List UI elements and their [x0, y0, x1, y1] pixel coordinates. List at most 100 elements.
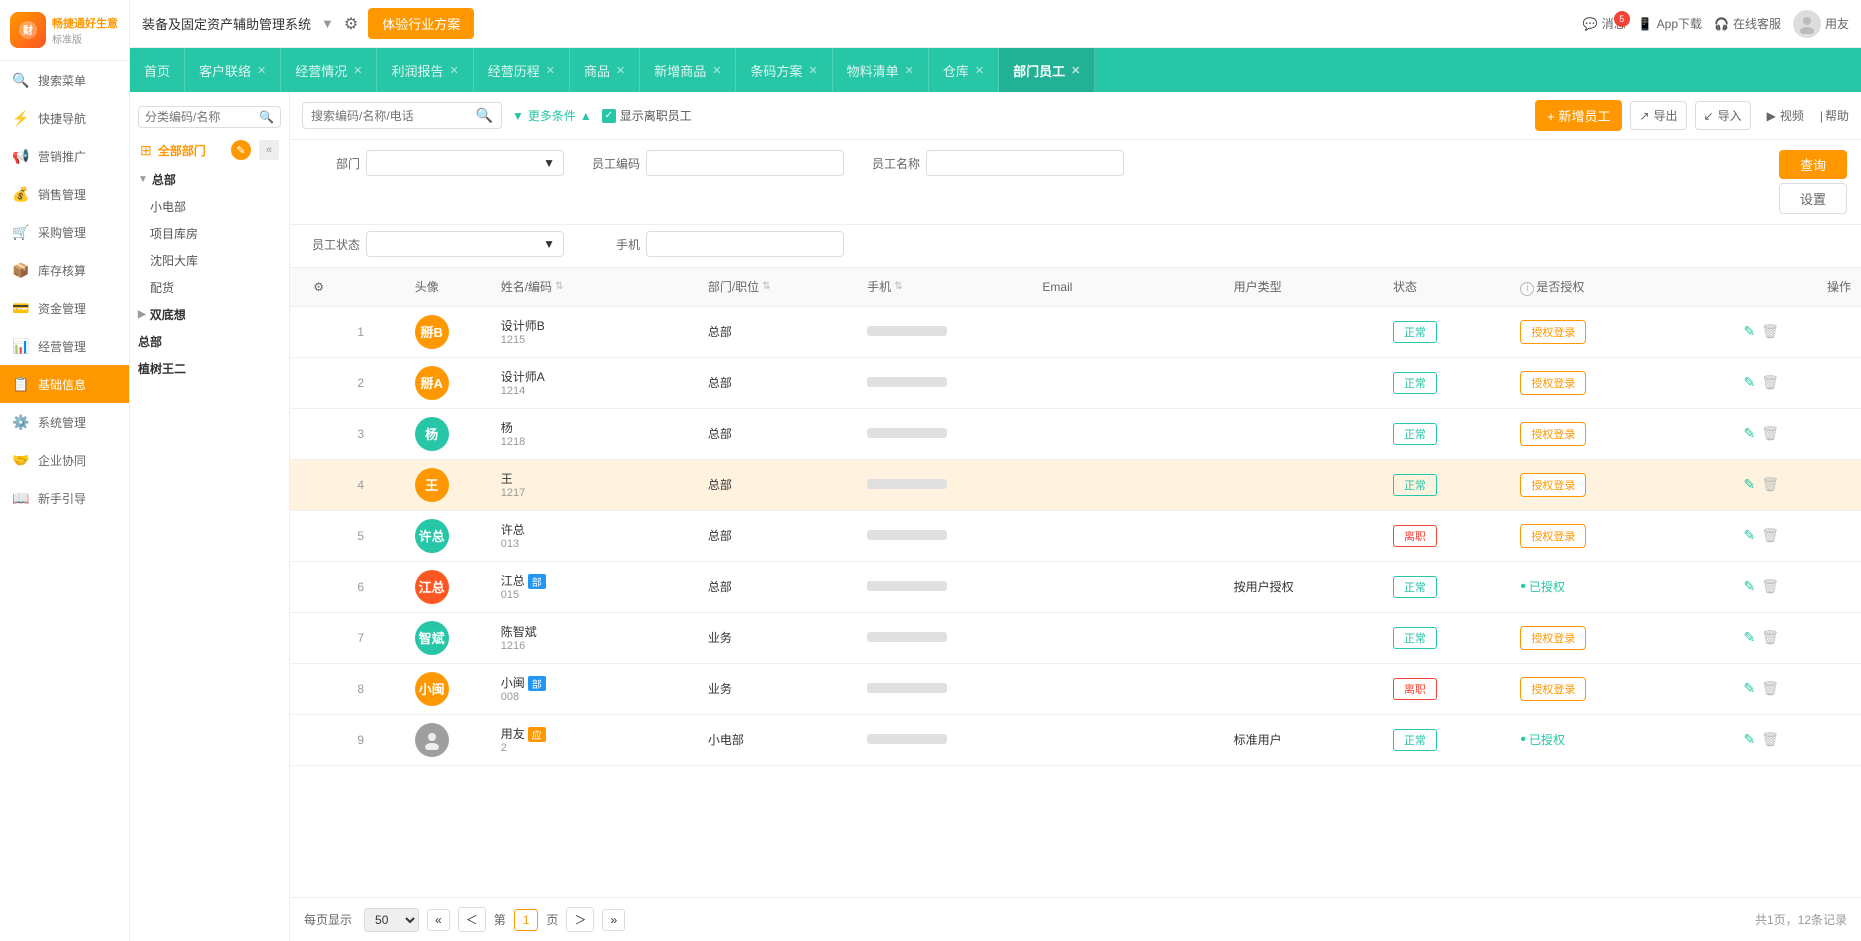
- import-button[interactable]: ↙ 导入: [1695, 101, 1751, 130]
- tab-close-icon[interactable]: ✕: [905, 64, 914, 77]
- dept-item-zongbu[interactable]: ▼ 总部: [130, 166, 289, 193]
- search-input[interactable]: [311, 109, 476, 123]
- sidebar-item-system[interactable]: ⚙️ 系统管理: [0, 403, 129, 441]
- sidebar-item-collab[interactable]: 🤝 企业协同: [0, 441, 129, 479]
- auth-button[interactable]: 授权登录: [1520, 524, 1586, 548]
- sidebar-item-sales[interactable]: 💰 销售管理: [0, 175, 129, 213]
- search-input-wrap[interactable]: 🔍: [302, 102, 502, 129]
- dept-item-xiangmu[interactable]: 项目库房: [130, 220, 289, 247]
- auth-button[interactable]: 授权登录: [1520, 473, 1586, 497]
- delete-button[interactable]: 🗑: [1761, 374, 1779, 391]
- empcode-filter-input[interactable]: [646, 150, 844, 176]
- sidebar-item-guide[interactable]: 📖 新手引导: [0, 479, 129, 517]
- phone-filter-input[interactable]: [646, 231, 844, 257]
- tab-close-icon[interactable]: ✕: [546, 64, 555, 77]
- sidebar-item-search[interactable]: 🔍 搜索菜单: [0, 61, 129, 99]
- empname-filter-input[interactable]: [926, 150, 1124, 176]
- tab-close-icon[interactable]: ✕: [975, 64, 984, 77]
- edit-button[interactable]: ✎: [1743, 476, 1755, 493]
- dept-all-label[interactable]: 全部部门: [158, 142, 206, 159]
- delete-button[interactable]: 🗑: [1761, 527, 1779, 544]
- auth-button[interactable]: 授权登录: [1520, 626, 1586, 650]
- tab-barcode[interactable]: 条码方案 ✕: [736, 48, 832, 92]
- delete-button[interactable]: 🗑: [1761, 680, 1779, 697]
- edit-button[interactable]: ✎: [1743, 374, 1755, 391]
- dept-item-zhushu[interactable]: 植树王二: [130, 355, 289, 382]
- tab-operation-status[interactable]: 经营情况 ✕: [281, 48, 377, 92]
- edit-button[interactable]: ✎: [1743, 731, 1755, 748]
- video-btn[interactable]: ▶ 视频: [1759, 102, 1812, 129]
- auth-button[interactable]: 授权登录: [1520, 371, 1586, 395]
- last-page-btn[interactable]: »: [602, 909, 625, 931]
- col-phone[interactable]: 手机 ⇅: [857, 268, 1032, 306]
- tab-close-icon[interactable]: ✕: [353, 64, 362, 77]
- first-page-btn[interactable]: «: [427, 909, 450, 931]
- export-button[interactable]: ↗ 导出: [1630, 101, 1686, 130]
- delete-button[interactable]: 🗑: [1761, 476, 1779, 493]
- edit-button[interactable]: ✎: [1743, 578, 1755, 595]
- tab-home[interactable]: 首页: [130, 48, 185, 92]
- add-employee-button[interactable]: + 新增员工: [1535, 100, 1622, 131]
- auth-button[interactable]: 授权登录: [1520, 320, 1586, 344]
- empstatus-filter-select[interactable]: ▼: [366, 231, 564, 257]
- dept-item-shuangdi[interactable]: ▶ 双底想: [130, 301, 289, 328]
- sidebar-item-purchase[interactable]: 🛒 采购管理: [0, 213, 129, 251]
- col-setting[interactable]: ⚙: [290, 268, 347, 306]
- auth-button[interactable]: 授权登录: [1520, 677, 1586, 701]
- dept-item-zongbu2[interactable]: 总部: [130, 328, 289, 355]
- query-button[interactable]: 查询: [1779, 150, 1847, 179]
- delete-button[interactable]: 🗑: [1761, 323, 1779, 340]
- sidebar-item-finance[interactable]: 💳 资金管理: [0, 289, 129, 327]
- delete-button[interactable]: 🗑: [1761, 629, 1779, 646]
- col-dept[interactable]: 部门/职位 ⇅: [698, 268, 857, 306]
- delete-button[interactable]: 🗑: [1761, 731, 1779, 748]
- sidebar-item-marketing[interactable]: 📢 营销推广: [0, 137, 129, 175]
- prev-page-btn[interactable]: ＜: [458, 907, 486, 932]
- more-filter-btn[interactable]: ▼ 更多条件 ▲: [512, 107, 592, 124]
- tab-employees[interactable]: 部门员工 ✕: [999, 48, 1095, 92]
- auth-button[interactable]: 授权登录: [1520, 422, 1586, 446]
- col-name[interactable]: 姓名/编码 ⇅: [491, 268, 698, 306]
- dept-item-shenyang[interactable]: 沈阳大库: [130, 247, 289, 274]
- reset-button[interactable]: 设置: [1779, 183, 1847, 214]
- edit-button[interactable]: ✎: [1743, 323, 1755, 340]
- dept-search-box[interactable]: 🔍: [138, 106, 281, 128]
- tab-close-icon[interactable]: ✕: [257, 64, 266, 77]
- next-page-btn[interactable]: ＞: [566, 907, 594, 932]
- user-menu-btn[interactable]: 用友: [1793, 10, 1849, 38]
- tab-close-icon[interactable]: ✕: [450, 64, 459, 77]
- more-help-btn[interactable]: | 帮助: [1820, 107, 1849, 124]
- dept-edit-btn[interactable]: ✎: [231, 140, 251, 160]
- edit-button[interactable]: ✎: [1743, 527, 1755, 544]
- tab-close-icon[interactable]: ✕: [808, 64, 817, 77]
- dept-item-peihuo[interactable]: 配货: [130, 274, 289, 301]
- delete-button[interactable]: 🗑: [1761, 578, 1779, 595]
- tab-goods[interactable]: 商品 ✕: [570, 48, 640, 92]
- dept-search-input[interactable]: [145, 110, 259, 124]
- tab-customer[interactable]: 客户联络 ✕: [185, 48, 281, 92]
- online-service-btn[interactable]: 🎧 在线客服: [1714, 15, 1781, 32]
- tab-history[interactable]: 经营历程 ✕: [474, 48, 570, 92]
- tab-close-icon[interactable]: ✕: [712, 64, 721, 77]
- sidebar-item-basic[interactable]: 📋 基础信息: [0, 365, 129, 403]
- page-size-select[interactable]: 50 100: [364, 908, 419, 932]
- dept-filter-select[interactable]: ▼: [366, 150, 564, 176]
- edit-button[interactable]: ✎: [1743, 425, 1755, 442]
- tab-warehouse[interactable]: 仓库 ✕: [929, 48, 999, 92]
- dept-fold-btn[interactable]: «: [259, 140, 279, 160]
- edit-button[interactable]: ✎: [1743, 680, 1755, 697]
- show-resigned-toggle[interactable]: ✓ 显示离职员工: [602, 107, 692, 124]
- topbar-dropdown-icon[interactable]: ▼: [321, 16, 334, 31]
- app-download-btn[interactable]: 📱 App下载: [1638, 15, 1702, 32]
- sidebar-item-quicknav[interactable]: ⚡ 快捷导航: [0, 99, 129, 137]
- message-btn[interactable]: 💬 消息 5: [1583, 15, 1626, 32]
- delete-button[interactable]: 🗑: [1761, 425, 1779, 442]
- tab-new-goods[interactable]: 新增商品 ✕: [640, 48, 736, 92]
- tab-bom[interactable]: 物料清单 ✕: [833, 48, 929, 92]
- tab-close-icon[interactable]: ✕: [616, 64, 625, 77]
- dept-item-xiaodian[interactable]: 小电部: [130, 193, 289, 220]
- settings-icon[interactable]: ⚙: [344, 14, 358, 34]
- trial-button[interactable]: 体验行业方案: [368, 8, 474, 39]
- tab-profit[interactable]: 利润报告 ✕: [377, 48, 473, 92]
- sidebar-item-operation[interactable]: 📊 经营管理: [0, 327, 129, 365]
